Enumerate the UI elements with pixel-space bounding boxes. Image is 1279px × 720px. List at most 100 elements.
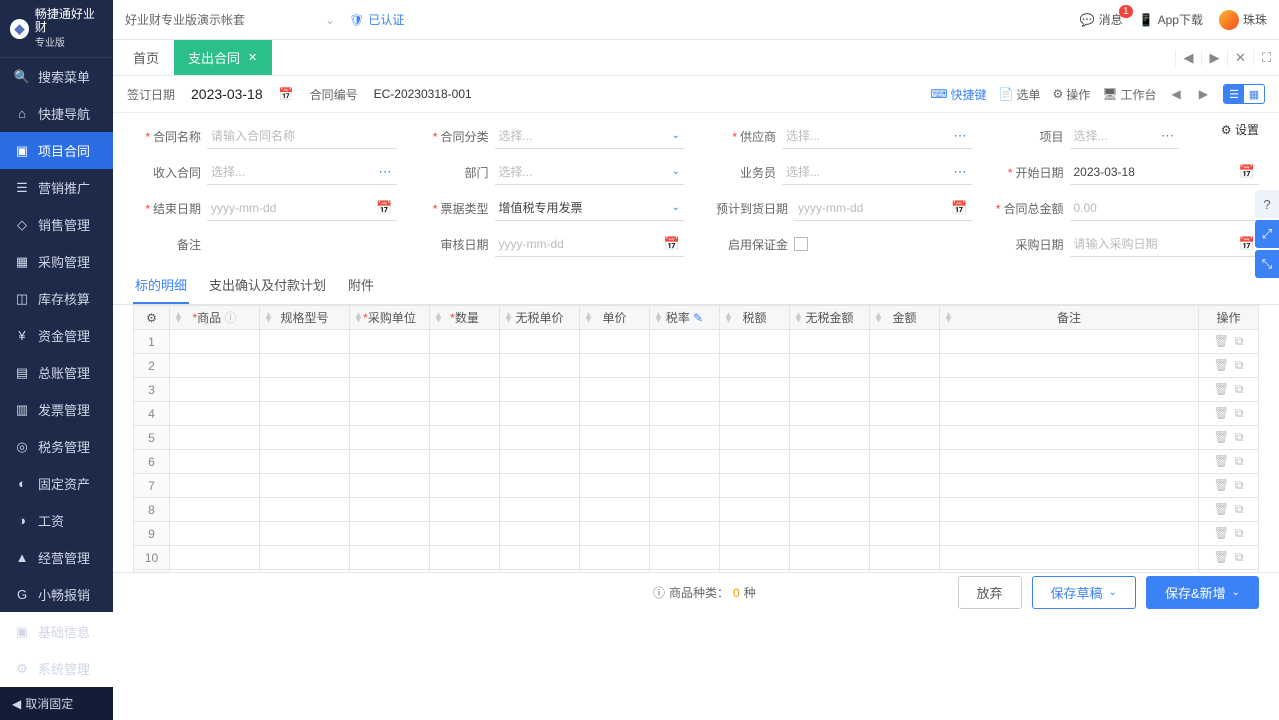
sidebar-item-0[interactable]: 🔍搜索菜单 — [0, 58, 113, 95]
end-date-input[interactable]: yyyy-mm-dd📅 — [207, 195, 397, 221]
delete-icon[interactable]: 🗑 — [1214, 334, 1229, 348]
cell[interactable] — [500, 330, 580, 354]
cell[interactable] — [790, 522, 870, 546]
save-draft-button[interactable]: 保存草稿⌄ — [1032, 576, 1136, 609]
cell[interactable] — [350, 354, 430, 378]
cell[interactable] — [650, 378, 720, 402]
float-tool-help[interactable]: ? — [1255, 190, 1279, 218]
cell[interactable] — [430, 474, 500, 498]
cell[interactable] — [580, 546, 650, 570]
sidebar-item-5[interactable]: ▦采购管理 — [0, 243, 113, 280]
contract-type-select[interactable]: 选择...⌄ — [495, 123, 685, 149]
cell[interactable] — [580, 498, 650, 522]
cell[interactable] — [720, 402, 790, 426]
copy-icon[interactable]: ⧉ — [1235, 430, 1244, 444]
cell[interactable] — [500, 378, 580, 402]
cell[interactable] — [580, 354, 650, 378]
cell[interactable] — [170, 354, 260, 378]
cell[interactable] — [650, 330, 720, 354]
cell[interactable] — [650, 498, 720, 522]
sidebar-item-10[interactable]: ◎税务管理 — [0, 428, 113, 465]
cell[interactable] — [940, 426, 1199, 450]
cell[interactable] — [580, 378, 650, 402]
cell[interactable] — [940, 378, 1199, 402]
cell[interactable] — [170, 546, 260, 570]
copy-icon[interactable]: ⧉ — [1235, 334, 1244, 348]
th-amount-notax[interactable]: ▲▼无税金额 — [790, 306, 870, 330]
copy-icon[interactable]: ⧉ — [1235, 382, 1244, 396]
copy-icon[interactable]: ⧉ — [1235, 550, 1244, 564]
cell[interactable] — [720, 378, 790, 402]
cell[interactable] — [650, 546, 720, 570]
cell[interactable] — [170, 474, 260, 498]
th-spec[interactable]: ▲▼规格型号 — [260, 306, 350, 330]
messages-button[interactable]: 💬 消息 1 — [1080, 11, 1123, 28]
cell[interactable] — [790, 474, 870, 498]
cell[interactable] — [260, 522, 350, 546]
cell[interactable] — [170, 330, 260, 354]
cell[interactable] — [790, 330, 870, 354]
account-selector[interactable]: 好业财专业版演示帐套 ⌄ — [125, 11, 335, 28]
th-remark[interactable]: ▲▼备注 — [940, 306, 1199, 330]
cell[interactable] — [940, 546, 1199, 570]
cell[interactable] — [720, 522, 790, 546]
copy-icon[interactable]: ⧉ — [1235, 454, 1244, 468]
cell[interactable] — [870, 426, 940, 450]
sidebar-item-15[interactable]: ▣基础信息 — [0, 613, 113, 650]
sidebar-item-2[interactable]: ▣项目合同 — [0, 132, 113, 169]
th-price[interactable]: ▲▼单价 — [580, 306, 650, 330]
arrival-date-input[interactable]: yyyy-mm-dd📅 — [794, 195, 972, 221]
cell[interactable] — [940, 474, 1199, 498]
cell[interactable] — [580, 330, 650, 354]
user-menu[interactable]: 珠珠 — [1219, 10, 1267, 30]
sidebar-item-16[interactable]: ⚙系统管理 — [0, 650, 113, 687]
copy-icon[interactable]: ⧉ — [1235, 358, 1244, 372]
cell[interactable] — [500, 522, 580, 546]
income-contract-select[interactable]: 选择...⋯ — [207, 159, 397, 185]
cell[interactable] — [170, 450, 260, 474]
tab-prev-button[interactable]: ◀ — [1175, 50, 1201, 66]
table-row[interactable]: 5🗑⧉ — [134, 426, 1259, 450]
cell[interactable] — [430, 498, 500, 522]
cell[interactable] — [650, 402, 720, 426]
cell[interactable] — [430, 426, 500, 450]
cell[interactable] — [790, 546, 870, 570]
close-icon[interactable]: ✕ — [248, 51, 257, 64]
cell[interactable] — [260, 474, 350, 498]
cell[interactable] — [650, 474, 720, 498]
th-price-notax[interactable]: ▲▼无税单价 — [500, 306, 580, 330]
project-select[interactable]: 选择...⋯ — [1070, 123, 1180, 149]
sidebar-item-4[interactable]: ◇销售管理 — [0, 206, 113, 243]
audit-date-input[interactable]: yyyy-mm-dd📅 — [495, 231, 685, 257]
grid-view-icon[interactable]: ▦ — [1244, 85, 1264, 103]
subtab-attach[interactable]: 附件 — [346, 269, 376, 304]
cell[interactable] — [170, 522, 260, 546]
tab-next-button[interactable]: ▶ — [1201, 50, 1227, 66]
float-tool-expand[interactable]: ⤢ — [1255, 220, 1279, 248]
cell[interactable] — [500, 426, 580, 450]
cell[interactable] — [870, 378, 940, 402]
cell[interactable] — [870, 354, 940, 378]
sidebar-item-13[interactable]: ▲经营管理 — [0, 539, 113, 576]
th-amount[interactable]: ▲▼金额 — [870, 306, 940, 330]
cell[interactable] — [870, 498, 940, 522]
table-row[interactable]: 9🗑⧉ — [134, 522, 1259, 546]
cell[interactable] — [350, 498, 430, 522]
table-row[interactable]: 2🗑⧉ — [134, 354, 1259, 378]
cell[interactable] — [350, 330, 430, 354]
delete-icon[interactable]: 🗑 — [1214, 526, 1229, 540]
cell[interactable] — [720, 498, 790, 522]
cell[interactable] — [500, 402, 580, 426]
cell[interactable] — [350, 378, 430, 402]
view-toggle[interactable]: ☰ ▦ — [1223, 84, 1265, 104]
delete-icon[interactable]: 🗑 — [1214, 358, 1229, 372]
cell[interactable] — [870, 546, 940, 570]
cell[interactable] — [790, 402, 870, 426]
operate-link[interactable]: ⚙操作 — [1053, 86, 1091, 103]
cell[interactable] — [430, 354, 500, 378]
table-row[interactable]: 10🗑⧉ — [134, 546, 1259, 570]
select-doc-link[interactable]: 📄选单 — [999, 86, 1041, 103]
cell[interactable] — [870, 450, 940, 474]
cell[interactable] — [430, 522, 500, 546]
remark-input[interactable] — [207, 231, 397, 257]
